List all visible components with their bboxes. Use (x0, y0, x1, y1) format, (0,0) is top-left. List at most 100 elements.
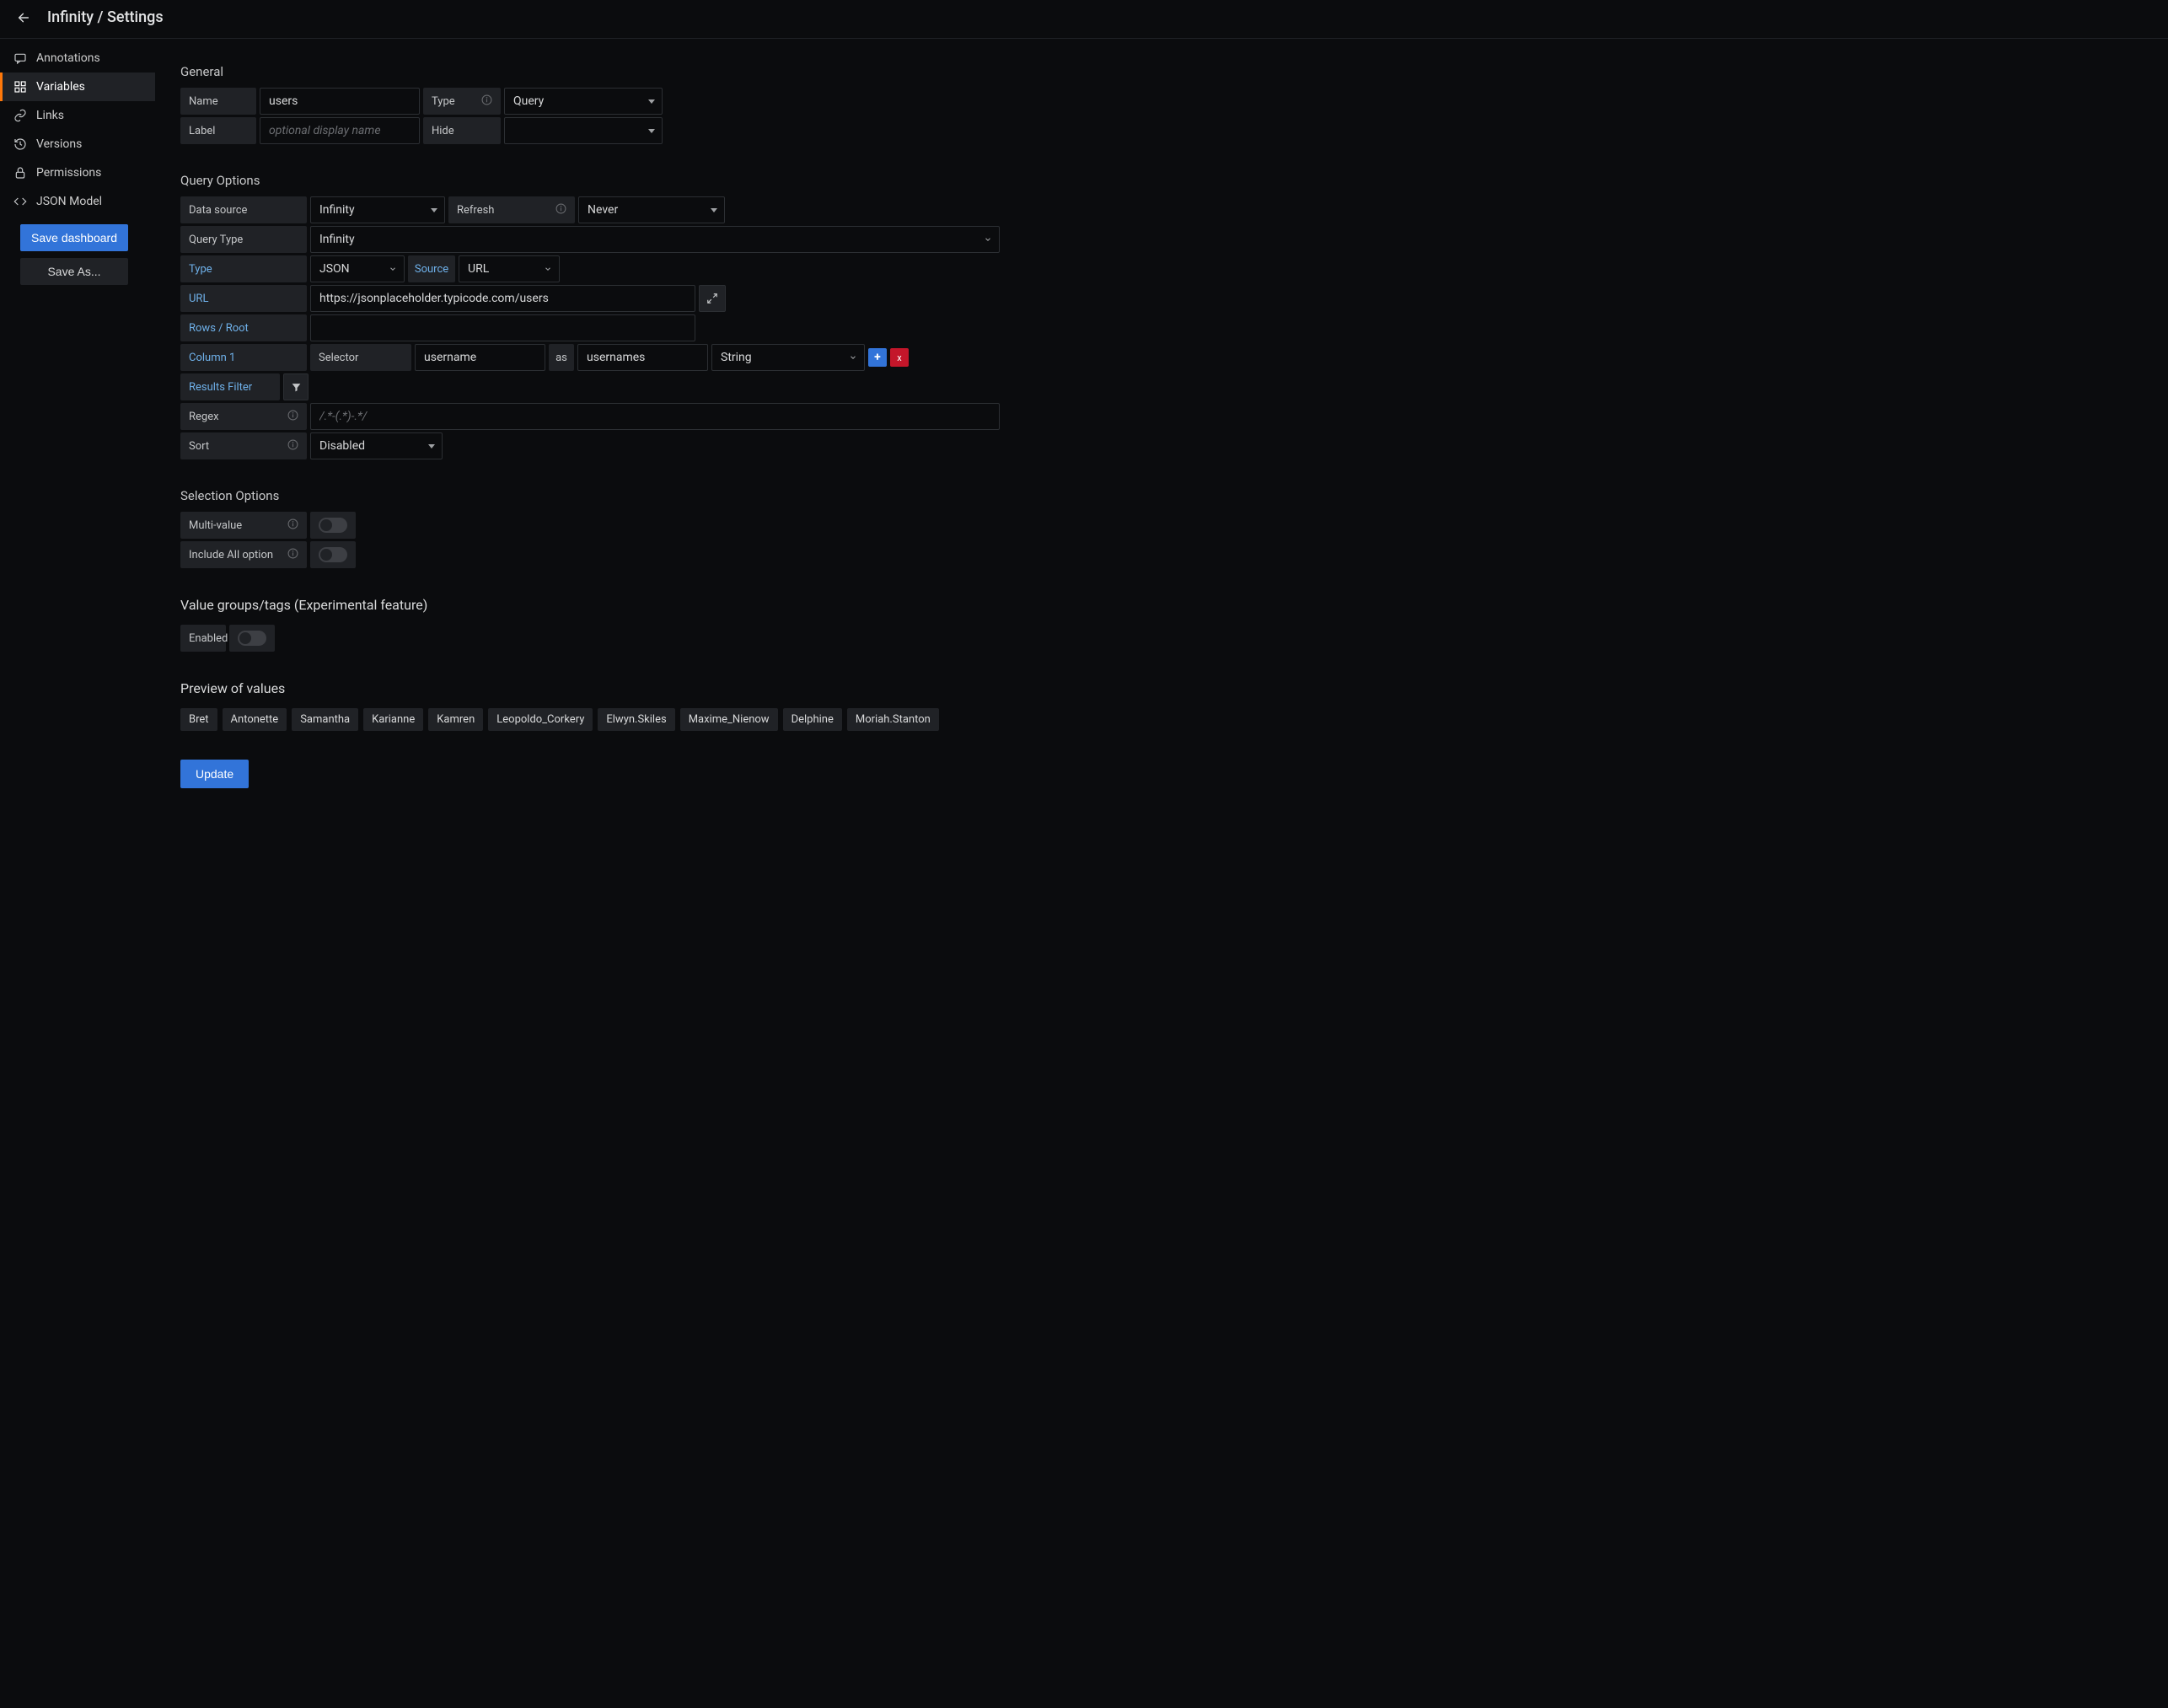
label-input[interactable] (260, 117, 420, 144)
url-input[interactable] (310, 285, 695, 312)
preview-value-tag: Maxime_Nienow (680, 708, 778, 731)
filter-button[interactable] (283, 373, 309, 400)
save-dashboard-button[interactable]: Save dashboard (20, 224, 128, 251)
data-source-label: Data source (180, 196, 307, 223)
section-selection-options: Selection Options Multi-value Include Al… (180, 488, 1000, 568)
hide-select[interactable] (504, 117, 663, 144)
source-select[interactable]: URL (459, 255, 560, 282)
preview-value-tag: Moriah.Stanton (847, 708, 939, 731)
caret-down-icon (648, 129, 655, 133)
refresh-label: Refresh (448, 196, 575, 223)
save-as-button[interactable]: Save As... (20, 258, 128, 285)
back-arrow-button[interactable] (15, 9, 32, 26)
code-icon (13, 194, 28, 209)
info-icon (555, 203, 566, 218)
grid-icon (13, 79, 28, 94)
chevron-down-icon (389, 265, 397, 273)
chevron-down-icon (544, 265, 552, 273)
sidebar-item-json-model[interactable]: JSON Model (0, 187, 155, 216)
preview-value-tag: Delphine (783, 708, 842, 731)
sort-select[interactable]: Disabled (310, 432, 443, 459)
comment-icon (13, 51, 28, 66)
section-preview: Preview of values Bret AntonetteSamanthaK… (180, 680, 1000, 731)
link-icon (13, 108, 28, 123)
preview-value-tag: Samantha (292, 708, 358, 731)
info-icon (287, 518, 298, 533)
include-all-toggle[interactable] (319, 547, 347, 562)
type-label: Type (423, 88, 501, 115)
enabled-label: Enabled (180, 625, 226, 652)
section-query-options: Query Options Data source Infinity Refre… (180, 173, 1000, 459)
chevron-down-icon (849, 353, 857, 362)
caret-down-icon (431, 208, 437, 212)
preview-value-tag: Elwyn.Skiles (598, 708, 674, 731)
include-all-toggle-wrap (310, 541, 356, 568)
remove-column-button[interactable]: x (890, 348, 909, 367)
expand-button[interactable] (699, 285, 726, 312)
data-source-select[interactable]: Infinity (310, 196, 445, 223)
preview-value-tag: Bret (180, 708, 217, 731)
as-label: as (549, 344, 574, 371)
settings-sidebar: Annotations Variables Links Versions Per… (0, 39, 155, 822)
sidebar-item-label: Links (36, 109, 64, 122)
multi-value-toggle[interactable] (319, 518, 347, 533)
type-select[interactable]: JSON (310, 255, 405, 282)
info-icon (287, 439, 298, 454)
preview-value-tag: Antonette (223, 708, 287, 731)
sidebar-item-label: Variables (36, 80, 85, 94)
type-label: Type (180, 255, 307, 282)
sidebar-item-annotations[interactable]: Annotations (0, 44, 155, 73)
section-title-query-options: Query Options (180, 173, 1000, 188)
section-value-groups: Value groups/tags (Experimental feature)… (180, 597, 1000, 652)
preview-value-tag: Leopoldo_Corkery (488, 708, 593, 731)
lock-icon (13, 165, 28, 180)
info-icon (481, 94, 492, 109)
selector-label: Selector (310, 344, 411, 371)
section-title-preview: Preview of values (180, 680, 1000, 696)
sidebar-item-label: Versions (36, 137, 82, 151)
section-title-selection-options: Selection Options (180, 488, 1000, 503)
refresh-select[interactable]: Never (578, 196, 725, 223)
name-input[interactable] (260, 88, 420, 115)
sidebar-item-permissions[interactable]: Permissions (0, 158, 155, 187)
regex-label: Regex (180, 403, 307, 430)
caret-down-icon (648, 99, 655, 104)
selector-input[interactable] (415, 344, 545, 371)
results-filter-label: Results Filter (180, 373, 280, 400)
chevron-down-icon (984, 235, 992, 244)
sort-label: Sort (180, 432, 307, 459)
info-icon (287, 548, 298, 562)
include-all-label: Include All option (180, 541, 307, 568)
add-column-button[interactable]: + (868, 348, 887, 367)
sidebar-item-versions[interactable]: Versions (0, 130, 155, 158)
rows-root-input[interactable] (310, 314, 695, 341)
column-type-select[interactable]: String (711, 344, 865, 371)
query-type-select[interactable]: Infinity (310, 226, 1000, 253)
page-title: Infinity / Settings (47, 8, 164, 26)
source-label: Source (408, 255, 455, 282)
sidebar-item-label: Permissions (36, 166, 101, 180)
type-select[interactable]: Query (504, 88, 663, 115)
multi-value-label: Multi-value (180, 512, 307, 539)
caret-down-icon (428, 444, 435, 448)
sidebar-item-variables[interactable]: Variables (0, 73, 155, 101)
regex-input[interactable] (310, 403, 1000, 430)
preview-value-tag: Karianne (363, 708, 423, 731)
caret-down-icon (711, 208, 717, 212)
enabled-toggle[interactable] (238, 631, 266, 646)
label-label: Label (180, 117, 256, 144)
history-icon (13, 137, 28, 152)
preview-values-list: BretAntonetteSamanthaKarianneKamrenLeopo… (180, 708, 1000, 731)
multi-value-toggle-wrap (310, 512, 356, 539)
name-label: Name (180, 88, 256, 115)
main-content: General Name Type Query Label Hide (155, 39, 1015, 822)
section-general: General Name Type Query Label Hide (180, 64, 1000, 144)
as-input[interactable] (577, 344, 708, 371)
update-button[interactable]: Update (180, 760, 249, 788)
sidebar-item-links[interactable]: Links (0, 101, 155, 130)
info-icon (287, 410, 298, 424)
page-header: Infinity / Settings (0, 0, 2168, 39)
section-title-value-groups: Value groups/tags (Experimental feature) (180, 597, 1000, 613)
query-type-label: Query Type (180, 226, 307, 253)
rows-root-label: Rows / Root (180, 314, 307, 341)
